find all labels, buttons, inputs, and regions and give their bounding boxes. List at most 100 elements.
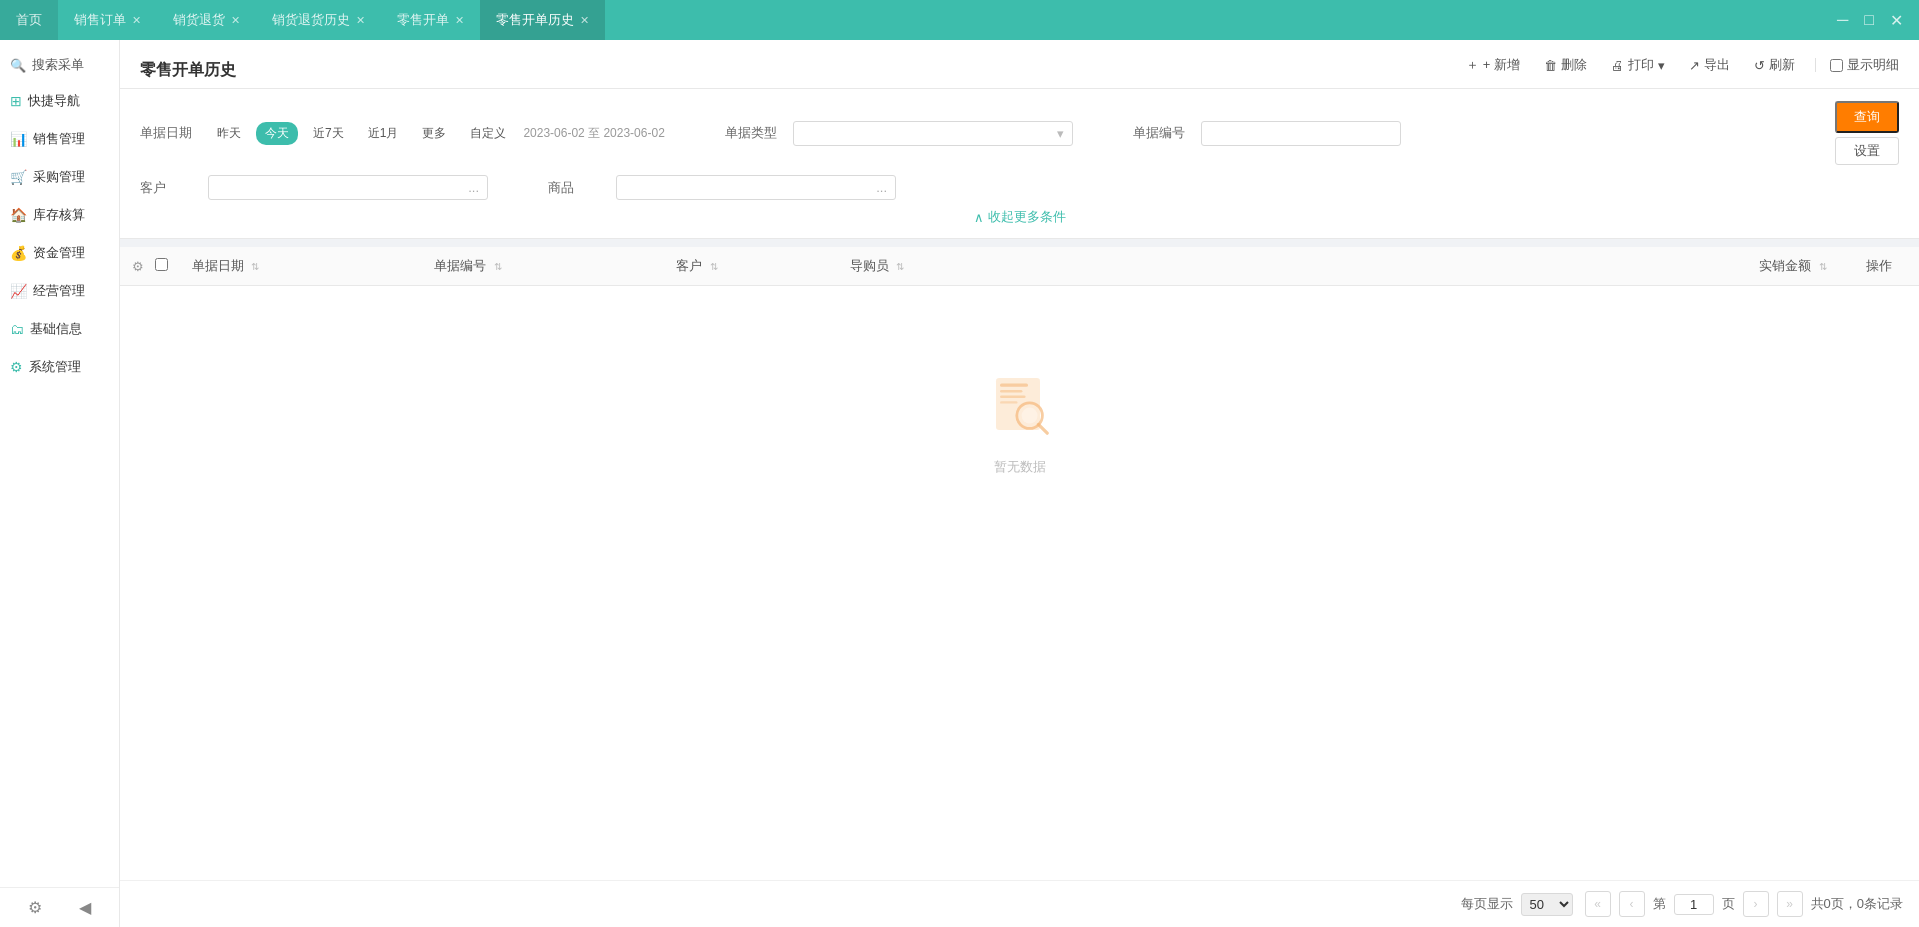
date-btn-今天[interactable]: 今天 bbox=[256, 122, 298, 145]
th-amount[interactable]: 实销金额 ⇅ bbox=[1046, 247, 1839, 286]
date-btn-近7天[interactable]: 近7天 bbox=[304, 122, 353, 145]
sidebar-item-quick-nav[interactable]: ⊞ 快捷导航 bbox=[0, 82, 119, 120]
last-page-btn[interactable]: » bbox=[1777, 891, 1803, 917]
pagination-bar: 每页显示 102050100 « ‹ 第 页 › » 共0页，0条记录 bbox=[120, 880, 1919, 927]
customer-group: 客户 ... bbox=[140, 175, 488, 200]
sidebar-label-inventory: 库存核算 bbox=[33, 206, 85, 224]
goods-select[interactable]: ... bbox=[616, 175, 896, 200]
tab-home[interactable]: 首页 bbox=[0, 0, 58, 40]
sidebar-icon-finance: 💰 bbox=[10, 245, 27, 261]
order-no-label: 单据编号 bbox=[1133, 124, 1193, 142]
svg-rect-3 bbox=[1000, 396, 1026, 398]
th-checkbox: ⚙ bbox=[120, 247, 180, 286]
sidebar-label-quick-nav: 快捷导航 bbox=[28, 92, 80, 110]
sidebar-icon-base-info: 🗂 bbox=[10, 321, 24, 337]
table-container: ⚙ 单据日期 ⇅ 单据编号 ⇅ bbox=[120, 247, 1919, 927]
filter-row-1: 单据日期 昨天今天近7天近1月更多自定义 2023-06-02 至 2023-0… bbox=[140, 101, 1899, 165]
customer-select[interactable]: ... bbox=[208, 175, 488, 200]
select-all-checkbox[interactable] bbox=[155, 258, 168, 271]
sort-date-icon: ⇅ bbox=[251, 261, 259, 272]
date-btn-近1月[interactable]: 近1月 bbox=[359, 122, 408, 145]
tab-close-icon[interactable]: ✕ bbox=[455, 14, 464, 27]
top-bar: 首页销售订单✕销货退货✕销货退货历史✕ 零售开单 ✕ 零售开单历史 ✕ ─ □ ✕ bbox=[0, 0, 1919, 40]
order-type-label: 单据类型 bbox=[725, 124, 785, 142]
tab-retail-history[interactable]: 零售开单历史 ✕ bbox=[480, 0, 605, 40]
window-actions: ─ □ ✕ bbox=[1833, 7, 1919, 34]
per-page-select[interactable]: 102050100 bbox=[1521, 893, 1573, 916]
tab-close-icon[interactable]: ✕ bbox=[356, 14, 365, 27]
date-filter-group: 单据日期 昨天今天近7天近1月更多自定义 2023-06-02 至 2023-0… bbox=[140, 122, 665, 145]
export-btn[interactable]: ↗ 导出 bbox=[1683, 52, 1736, 78]
sidebar-icon-quick-nav: ⊞ bbox=[10, 93, 22, 109]
table-settings-icon[interactable]: ⚙ bbox=[132, 259, 144, 274]
query-btn[interactable]: 查询 bbox=[1835, 101, 1899, 133]
collapse-more-btn[interactable]: ∧ 收起更多条件 bbox=[140, 208, 1899, 226]
delete-btn[interactable]: 🗑 删除 bbox=[1538, 52, 1593, 78]
date-btn-自定义[interactable]: 自定义 bbox=[461, 122, 515, 145]
tab-sales-return[interactable]: 销货退货✕ bbox=[157, 0, 256, 40]
svg-rect-2 bbox=[1000, 390, 1022, 392]
sidebar-label-purchase-mgmt: 采购管理 bbox=[33, 168, 85, 186]
display-checkbox[interactable] bbox=[1830, 59, 1843, 72]
display-toggle[interactable]: 显示明细 bbox=[1830, 56, 1899, 74]
next-page-btn[interactable]: › bbox=[1743, 891, 1769, 917]
per-page-label: 每页显示 bbox=[1461, 895, 1513, 913]
sidebar-item-sales-mgmt[interactable]: 📊 销售管理 bbox=[0, 120, 119, 158]
window-maximize-btn[interactable]: □ bbox=[1860, 7, 1878, 33]
th-date[interactable]: 单据日期 ⇅ bbox=[180, 247, 422, 286]
tab-retail-open[interactable]: 零售开单 ✕ bbox=[381, 0, 480, 40]
svg-rect-4 bbox=[1000, 401, 1018, 403]
tab-close-icon[interactable]: ✕ bbox=[580, 14, 589, 27]
refresh-btn[interactable]: ↺ 刷新 bbox=[1748, 52, 1801, 78]
sidebar-collapse-btn[interactable]: ◀ bbox=[79, 898, 91, 917]
print-dropdown-icon: ▾ bbox=[1658, 58, 1665, 73]
sidebar-item-finance[interactable]: 💰 资金管理 bbox=[0, 234, 119, 272]
order-type-dropdown-icon: ▾ bbox=[1057, 126, 1064, 141]
sort-no-icon: ⇅ bbox=[494, 261, 502, 272]
window-close-btn[interactable]: ✕ bbox=[1886, 7, 1907, 34]
svg-rect-1 bbox=[1000, 384, 1028, 387]
add-btn[interactable]: ＋ + 新增 bbox=[1460, 52, 1526, 78]
sidebar-label-sys-mgmt: 系统管理 bbox=[29, 358, 81, 376]
first-page-btn[interactable]: « bbox=[1585, 891, 1611, 917]
prev-page-btn[interactable]: ‹ bbox=[1619, 891, 1645, 917]
tab-sales-order[interactable]: 销售订单✕ bbox=[58, 0, 157, 40]
sidebar-settings-btn[interactable]: ⚙ bbox=[28, 898, 42, 917]
th-action: 操作 bbox=[1839, 247, 1919, 286]
page-input[interactable] bbox=[1674, 894, 1714, 915]
filter-row-2: 客户 ... 商品 ... bbox=[140, 175, 1899, 200]
sidebar-item-sys-mgmt[interactable]: ⚙ 系统管理 bbox=[0, 348, 119, 386]
pagination-total: 共0页，0条记录 bbox=[1811, 895, 1903, 913]
order-no-input[interactable] bbox=[1201, 121, 1401, 146]
window-minimize-btn[interactable]: ─ bbox=[1833, 7, 1852, 33]
order-no-group: 单据编号 bbox=[1133, 121, 1401, 146]
print-btn[interactable]: 🖨 打印 ▾ bbox=[1605, 52, 1671, 78]
sidebar-item-inventory[interactable]: 🏠 库存核算 bbox=[0, 196, 119, 234]
sidebar-item-base-info[interactable]: 🗂 基础信息 bbox=[0, 310, 119, 348]
page-header: 零售开单历史 ＋ + 新增 🗑 删除 🖨 打印 ▾ ↗ 导出 bbox=[120, 40, 1919, 89]
goods-group: 商品 ... bbox=[548, 175, 896, 200]
date-range-text: 2023-06-02 至 2023-06-02 bbox=[523, 125, 664, 142]
date-btn-更多[interactable]: 更多 bbox=[413, 122, 455, 145]
tab-close-icon[interactable]: ✕ bbox=[231, 14, 240, 27]
date-quick-btns: 昨天今天近7天近1月更多自定义 bbox=[208, 122, 515, 145]
order-type-select[interactable]: ▾ bbox=[793, 121, 1073, 146]
sidebar-item-operations[interactable]: 📈 经营管理 bbox=[0, 272, 119, 310]
query-btn-group: 查询 设置 bbox=[1835, 101, 1899, 165]
date-btn-昨天[interactable]: 昨天 bbox=[208, 122, 250, 145]
settings-btn[interactable]: 设置 bbox=[1835, 137, 1899, 165]
page-actions: ＋ + 新增 🗑 删除 🖨 打印 ▾ ↗ 导出 ↺ bbox=[1460, 52, 1899, 88]
tab-label: 零售开单历史 bbox=[496, 11, 574, 29]
tab-label: 零售开单 bbox=[397, 11, 449, 29]
th-customer[interactable]: 客户 ⇅ bbox=[664, 247, 838, 286]
svg-line-6 bbox=[1038, 424, 1047, 433]
sidebar-search[interactable]: 🔍 搜索采单 bbox=[0, 48, 119, 82]
tab-close-icon[interactable]: ✕ bbox=[132, 14, 141, 27]
th-salesperson[interactable]: 导购员 ⇅ bbox=[838, 247, 1046, 286]
th-no[interactable]: 单据编号 ⇅ bbox=[422, 247, 664, 286]
sidebar-item-purchase-mgmt[interactable]: 🛒 采购管理 bbox=[0, 158, 119, 196]
sort-salesperson-icon: ⇅ bbox=[896, 261, 904, 272]
tab-sales-return-history[interactable]: 销货退货历史✕ bbox=[256, 0, 381, 40]
content-area: 零售开单历史 ＋ + 新增 🗑 删除 🖨 打印 ▾ ↗ 导出 bbox=[120, 40, 1919, 927]
svg-point-7 bbox=[1021, 408, 1037, 424]
